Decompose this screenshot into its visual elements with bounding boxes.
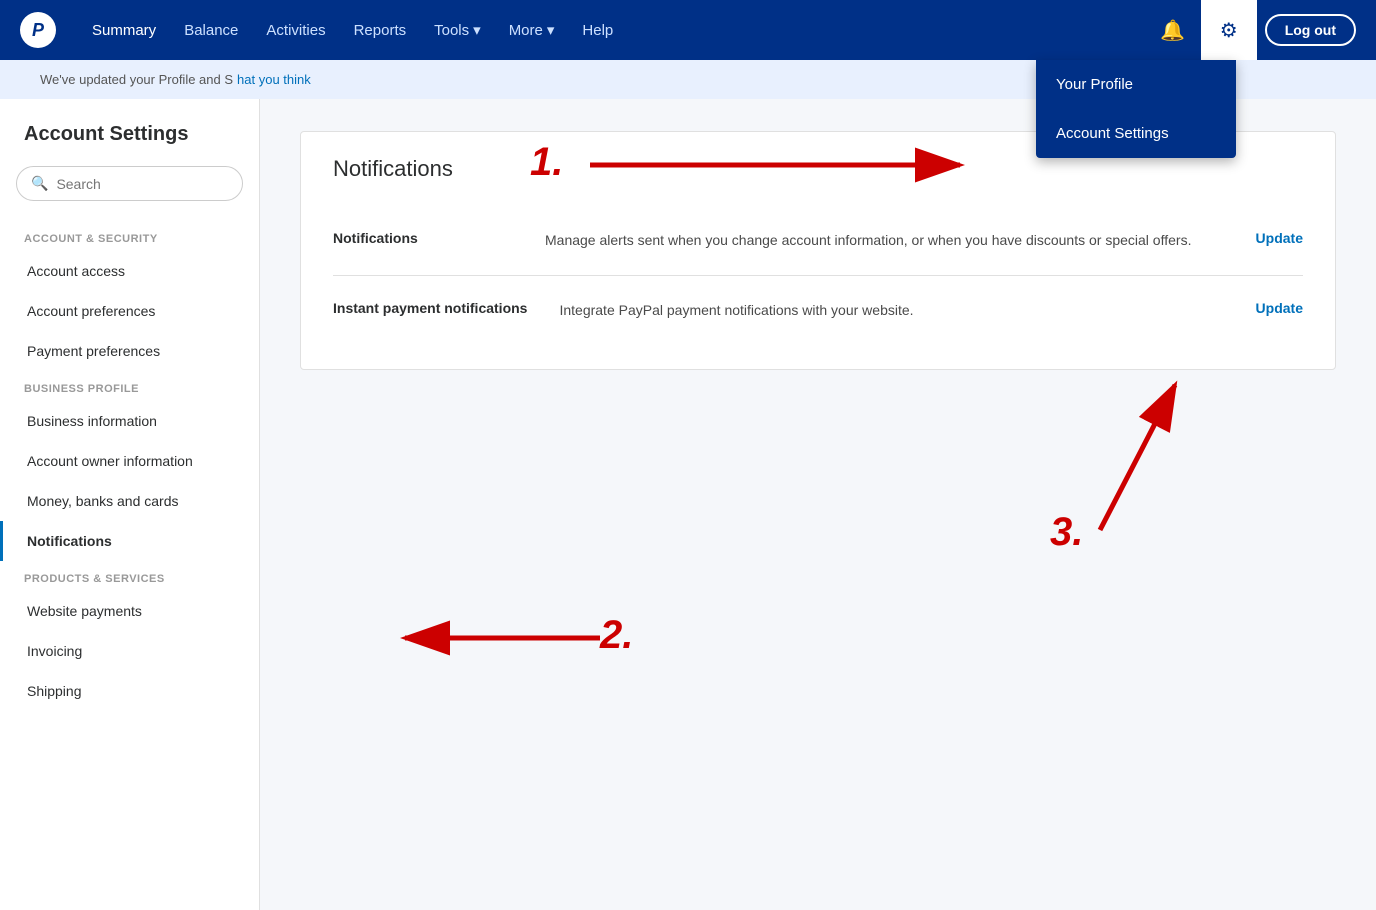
section-account-security: ACCOUNT & SECURITY <box>0 221 259 251</box>
logout-button[interactable]: Log out <box>1265 14 1356 46</box>
nav-help[interactable]: Help <box>570 14 625 47</box>
sidebar-item-payment-preferences[interactable]: Payment preferences <box>0 331 259 371</box>
sidebar-item-account-owner-info[interactable]: Account owner information <box>0 441 259 481</box>
section-business-profile: BUSINESS PROFILE <box>0 371 259 401</box>
tools-chevron-icon: ▾ <box>473 21 481 39</box>
dropdown-account-settings[interactable]: Account Settings <box>1036 109 1236 158</box>
nav-summary[interactable]: Summary <box>80 14 168 47</box>
sidebar-item-account-preferences[interactable]: Account preferences <box>0 291 259 331</box>
top-navigation: P Summary Balance Activities Reports Too… <box>0 0 1376 60</box>
search-box[interactable]: 🔍 <box>16 166 243 201</box>
nav-activities[interactable]: Activities <box>254 14 337 47</box>
sidebar-item-money-banks-cards[interactable]: Money, banks and cards <box>0 481 259 521</box>
nav-right-actions: 🔔 ⚙ Log out <box>1153 0 1356 60</box>
notifications-bell-button[interactable]: 🔔 <box>1153 10 1193 50</box>
nav-reports[interactable]: Reports <box>342 14 419 47</box>
nav-tools[interactable]: Tools ▾ <box>422 13 493 47</box>
notifications-row: Notifications Manage alerts sent when yo… <box>333 206 1303 276</box>
instant-payment-description: Integrate PayPal payment notifications w… <box>559 300 1223 321</box>
nav-balance[interactable]: Balance <box>172 14 250 47</box>
banner-link[interactable]: hat you think <box>237 72 311 87</box>
settings-gear-button[interactable]: ⚙ <box>1201 0 1257 60</box>
settings-dropdown: Your Profile Account Settings <box>1036 60 1236 158</box>
nav-more[interactable]: More ▾ <box>497 13 567 47</box>
sidebar-item-website-payments[interactable]: Website payments <box>0 591 259 631</box>
page-title: Notifications <box>333 156 1303 182</box>
instant-payment-notifications-row: Instant payment notifications Integrate … <box>333 276 1303 345</box>
search-input[interactable] <box>56 176 237 192</box>
sidebar-item-account-access[interactable]: Account access <box>0 251 259 291</box>
sidebar-item-notifications[interactable]: Notifications <box>0 521 259 561</box>
sidebar-item-invoicing[interactable]: Invoicing <box>0 631 259 671</box>
sidebar-item-shipping[interactable]: Shipping <box>0 671 259 711</box>
sidebar-item-business-information[interactable]: Business information <box>0 401 259 441</box>
dropdown-your-profile[interactable]: Your Profile <box>1036 60 1236 109</box>
notifications-card: Notifications Notifications Manage alert… <box>300 131 1336 370</box>
sidebar-title: Account Settings <box>0 123 259 166</box>
instant-payment-label: Instant payment notifications <box>333 300 527 316</box>
bell-icon: 🔔 <box>1160 18 1185 43</box>
gear-icon: ⚙ <box>1220 18 1238 43</box>
section-products-services: PRODUCTS & SERVICES <box>0 561 259 591</box>
page-layout: Account Settings 🔍 ACCOUNT & SECURITY Ac… <box>0 99 1376 910</box>
main-content: Notifications Notifications Manage alert… <box>260 99 1376 910</box>
nav-links: Summary Balance Activities Reports Tools… <box>80 13 1153 47</box>
notifications-update-link[interactable]: Update <box>1256 230 1303 246</box>
notifications-label: Notifications <box>333 230 513 246</box>
sidebar: Account Settings 🔍 ACCOUNT & SECURITY Ac… <box>0 99 260 910</box>
more-chevron-icon: ▾ <box>547 21 555 39</box>
search-icon: 🔍 <box>31 175 48 192</box>
instant-payment-update-link[interactable]: Update <box>1256 300 1303 316</box>
paypal-logo: P <box>20 12 56 48</box>
notifications-description: Manage alerts sent when you change accou… <box>545 230 1224 251</box>
